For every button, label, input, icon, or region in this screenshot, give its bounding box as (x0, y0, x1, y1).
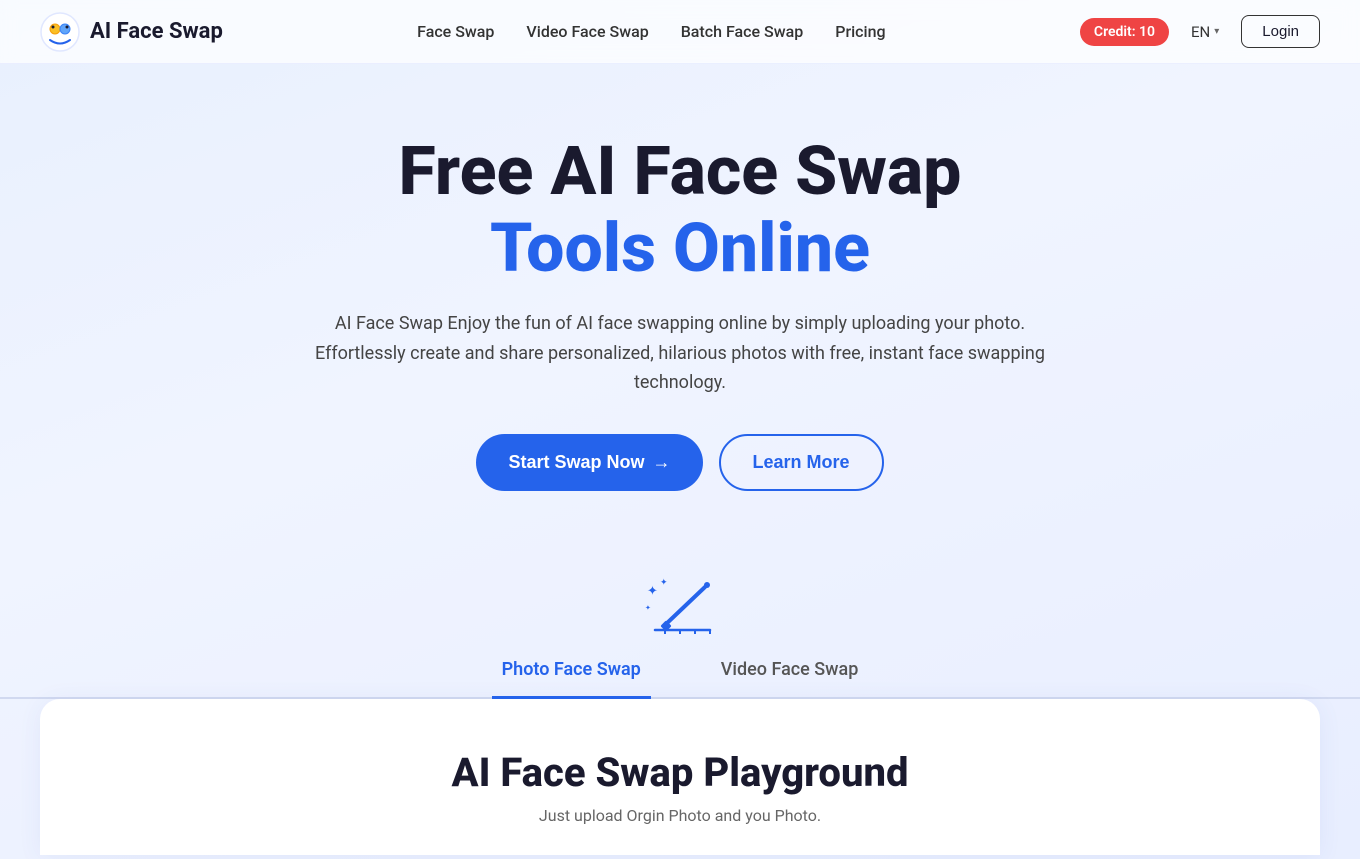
logo-icon (40, 12, 80, 52)
nav-item-video-face-swap[interactable]: Video Face Swap (526, 22, 648, 41)
hero-buttons: Start Swap Now → Learn More (20, 434, 1340, 491)
nav-item-pricing[interactable]: Pricing (835, 22, 885, 41)
tab-photo-face-swap[interactable]: Photo Face Swap (492, 645, 651, 699)
hero-section: Free AI Face Swap Tools Online AI Face S… (0, 64, 1360, 531)
arrow-icon: → (653, 452, 671, 473)
navbar-right: Credit: 10 EN ▾ Login (1080, 15, 1320, 48)
credit-badge[interactable]: Credit: 10 (1080, 18, 1169, 46)
svg-text:✦: ✦ (645, 604, 651, 612)
main-nav: Face Swap Video Face Swap Batch Face Swa… (417, 22, 885, 41)
playground-subtitle: Just upload Orgin Photo and you Photo. (80, 806, 1280, 825)
brand-logo[interactable]: AI Face Swap (40, 12, 223, 52)
hero-title-line1: Free AI Face Swap (20, 134, 1340, 209)
chevron-down-icon: ▾ (1214, 26, 1219, 37)
playground-card: AI Face Swap Playground Just upload Orgi… (40, 699, 1320, 855)
playground-title: AI Face Swap Playground (80, 749, 1280, 796)
lang-label: EN (1191, 23, 1210, 41)
magic-wand-icon: ✦ ✦ ✦ (645, 575, 715, 635)
navbar: AI Face Swap Face Swap Video Face Swap B… (0, 0, 1360, 64)
tab-video-face-swap[interactable]: Video Face Swap (711, 645, 869, 699)
svg-text:✦: ✦ (647, 584, 658, 599)
tabs-container: Photo Face Swap Video Face Swap (0, 645, 1360, 699)
learn-more-button[interactable]: Learn More (719, 434, 884, 491)
brand-name: AI Face Swap (90, 19, 223, 44)
hero-title-line2: Tools Online (20, 209, 1340, 287)
hero-subtitle: AI Face Swap Enjoy the fun of AI face sw… (300, 309, 1060, 398)
language-selector[interactable]: EN ▾ (1181, 17, 1229, 47)
login-button[interactable]: Login (1241, 15, 1320, 48)
start-swap-label: Start Swap Now (508, 452, 644, 473)
magic-icon-container: ✦ ✦ ✦ (0, 575, 1360, 635)
svg-text:✦: ✦ (660, 578, 668, 588)
nav-item-batch-face-swap[interactable]: Batch Face Swap (681, 22, 804, 41)
nav-item-face-swap[interactable]: Face Swap (417, 22, 494, 41)
start-swap-button[interactable]: Start Swap Now → (476, 434, 702, 491)
